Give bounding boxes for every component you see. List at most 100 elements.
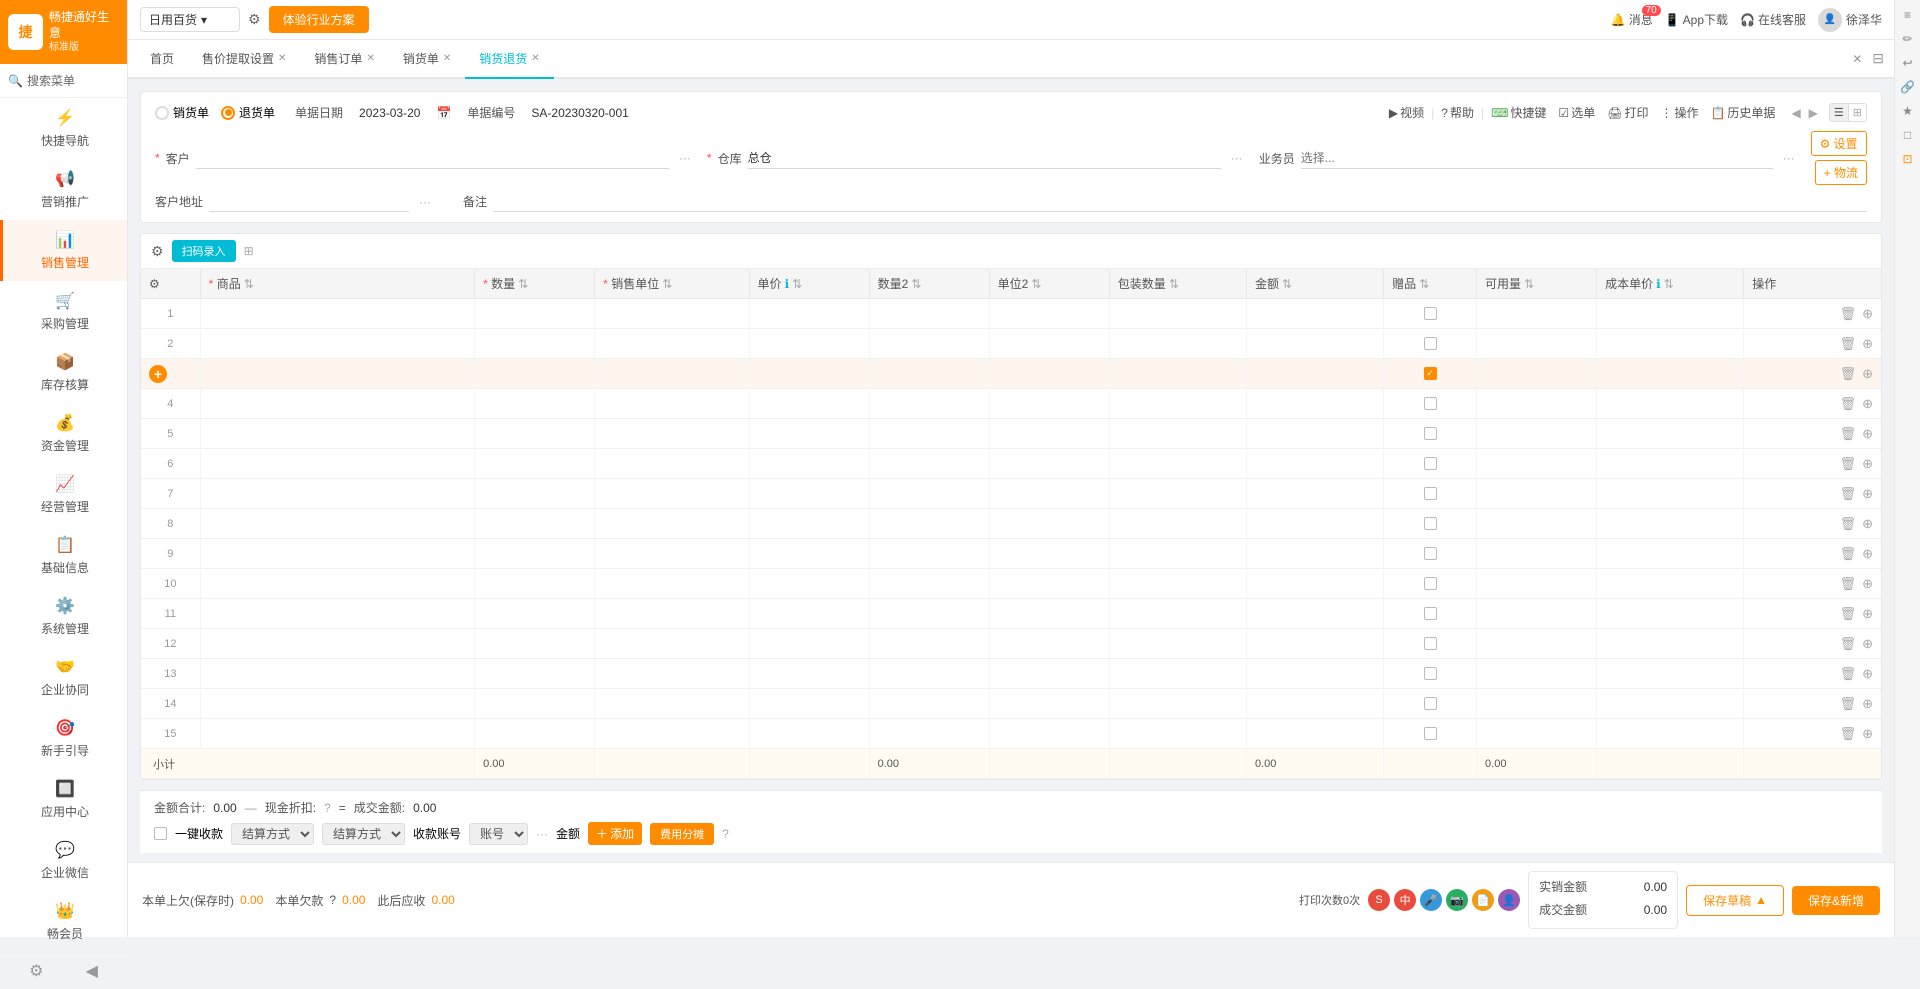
sort-cost-icon[interactable]: ⇅: [1664, 277, 1674, 291]
qty-cell-12[interactable]: [475, 629, 595, 659]
gift-checkbox-11[interactable]: [1424, 607, 1437, 620]
qty-cell-3[interactable]: [475, 359, 595, 389]
pack-cell-8[interactable]: [1109, 509, 1246, 539]
ime-mic-btn[interactable]: 🎤: [1420, 889, 1442, 911]
unit2-cell-15[interactable]: [989, 719, 1109, 749]
product-cell-13[interactable]: [200, 659, 474, 689]
rp-icon-4[interactable]: 🔗: [1897, 76, 1919, 98]
pack-cell-14[interactable]: [1109, 689, 1246, 719]
save-draft-btn[interactable]: 保存草稿 ▲: [1686, 885, 1784, 916]
unit-cell-8[interactable]: [595, 509, 749, 539]
gift-cell-15[interactable]: [1384, 719, 1477, 749]
account-dots-btn[interactable]: ···: [536, 827, 548, 841]
copy-row-btn-15[interactable]: ⊕: [1862, 726, 1873, 742]
sort-avail-icon[interactable]: ⇅: [1524, 277, 1534, 291]
product-input-8[interactable]: [209, 518, 466, 530]
product-cell-8[interactable]: [200, 509, 474, 539]
help-btn[interactable]: ? 帮助: [1436, 102, 1479, 123]
product-cell-5[interactable]: [200, 419, 474, 449]
delete-row-btn-9[interactable]: 🗑: [1840, 546, 1857, 562]
unit-cell-12[interactable]: [595, 629, 749, 659]
qty-cell-6[interactable]: [475, 449, 595, 479]
price-cell-1[interactable]: [749, 299, 869, 329]
radio-xhd[interactable]: 销货单: [155, 104, 209, 121]
delete-row-btn-4[interactable]: 🗑: [1840, 396, 1857, 412]
tab-close-sales-return[interactable]: ✕: [531, 53, 539, 64]
product-input-10[interactable]: [209, 578, 466, 590]
delete-row-btn-5[interactable]: 🗑: [1840, 426, 1857, 442]
gift-cell-10[interactable]: [1384, 569, 1477, 599]
unit-cell-4[interactable]: [595, 389, 749, 419]
gift-cell-13[interactable]: [1384, 659, 1477, 689]
qty2-cell-14[interactable]: [869, 689, 989, 719]
sort-qty2-icon[interactable]: ⇅: [911, 277, 921, 291]
pack-cell-12[interactable]: [1109, 629, 1246, 659]
warehouse-input[interactable]: [748, 148, 1221, 169]
copy-row-btn-5[interactable]: ⊕: [1862, 426, 1873, 442]
tab-sales-order[interactable]: 销售订单 ✕: [300, 40, 388, 79]
product-input-12[interactable]: [209, 638, 466, 650]
gift-checkbox-13[interactable]: [1424, 667, 1437, 680]
product-input-3[interactable]: [209, 368, 466, 380]
gift-checkbox-5[interactable]: [1424, 427, 1437, 440]
unit2-cell-2[interactable]: [989, 329, 1109, 359]
tab-sales-return[interactable]: 销货退货 ✕: [465, 40, 553, 79]
product-input-14[interactable]: [209, 698, 466, 710]
delete-row-btn-7[interactable]: 🗑: [1840, 486, 1857, 502]
product-input-5[interactable]: [209, 428, 466, 440]
close-all-tabs-btn[interactable]: ✕: [1848, 48, 1866, 70]
app-download-btn[interactable]: 📱 App下载: [1665, 11, 1728, 28]
product-input-1[interactable]: [209, 308, 466, 320]
cost-cell-8[interactable]: [1597, 509, 1744, 539]
gift-cell-4[interactable]: [1384, 389, 1477, 419]
qty2-cell-10[interactable]: [869, 569, 989, 599]
gift-cell-7[interactable]: [1384, 479, 1477, 509]
gift-cell-1[interactable]: [1384, 299, 1477, 329]
sidebar-item-yingyong[interactable]: 🔲 应用中心: [0, 769, 127, 830]
table-gear-icon[interactable]: ⚙: [151, 243, 164, 260]
sort-qty-icon[interactable]: ⇅: [518, 277, 528, 291]
unit2-cell-13[interactable]: [989, 659, 1109, 689]
sidebar-item-kucun[interactable]: 📦 库存核算: [0, 342, 127, 403]
amount-cell-10[interactable]: [1246, 569, 1383, 599]
pack-cell-11[interactable]: [1109, 599, 1246, 629]
gift-cell-2[interactable]: [1384, 329, 1477, 359]
rp-icon-1[interactable]: ≡: [1897, 4, 1919, 26]
unit-cell-13[interactable]: [595, 659, 749, 689]
avail-cell-3[interactable]: [1477, 359, 1597, 389]
pack-cell-13[interactable]: [1109, 659, 1246, 689]
online-service-btn[interactable]: 🎧 在线客服: [1740, 11, 1806, 28]
address-input[interactable]: [209, 191, 409, 212]
gift-checkbox-7[interactable]: [1424, 487, 1437, 500]
qty-cell-1[interactable]: [475, 299, 595, 329]
price-cell-11[interactable]: [749, 599, 869, 629]
product-cell-10[interactable]: [200, 569, 474, 599]
price-cell-14[interactable]: [749, 689, 869, 719]
amount-cell-13[interactable]: [1246, 659, 1383, 689]
delete-row-btn-11[interactable]: 🗑: [1840, 606, 1857, 622]
amount-cell-15[interactable]: [1246, 719, 1383, 749]
gift-checkbox-2[interactable]: [1424, 337, 1437, 350]
calc-method-select[interactable]: 结算方式: [322, 823, 405, 845]
product-input-2[interactable]: [209, 338, 466, 350]
qty2-cell-11[interactable]: [869, 599, 989, 629]
price-cell-8[interactable]: [749, 509, 869, 539]
product-cell-15[interactable]: [200, 719, 474, 749]
qty2-cell-13[interactable]: [869, 659, 989, 689]
cost-cell-9[interactable]: [1597, 539, 1744, 569]
unit2-cell-5[interactable]: [989, 419, 1109, 449]
pack-cell-10[interactable]: [1109, 569, 1246, 599]
delete-row-btn-13[interactable]: 🗑: [1840, 666, 1857, 682]
unit-cell-10[interactable]: [595, 569, 749, 599]
pack-cell-5[interactable]: [1109, 419, 1246, 449]
gift-cell-3[interactable]: ✓: [1384, 359, 1477, 389]
ime-s-btn[interactable]: S: [1368, 889, 1390, 911]
unit2-cell-1[interactable]: [989, 299, 1109, 329]
qty-cell-8[interactable]: [475, 509, 595, 539]
user-menu[interactable]: 👤 徐泽华: [1818, 8, 1882, 32]
search-menu[interactable]: 🔍 搜索菜单: [0, 64, 127, 98]
qty-cell-10[interactable]: [475, 569, 595, 599]
product-input-15[interactable]: [209, 728, 466, 740]
delete-row-btn-1[interactable]: 🗑: [1840, 306, 1857, 322]
unit2-cell-14[interactable]: [989, 689, 1109, 719]
